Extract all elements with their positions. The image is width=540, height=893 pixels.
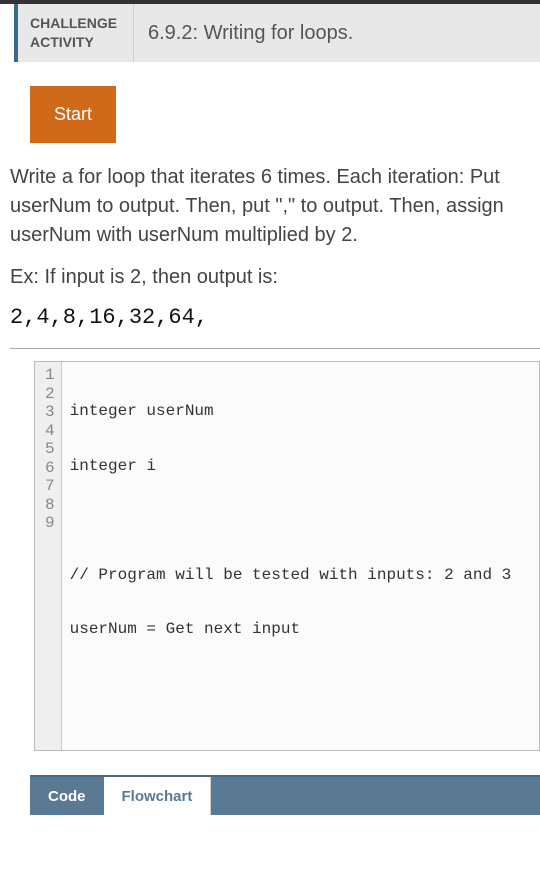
line-number: 1 xyxy=(45,366,55,385)
code-line[interactable]: integer i xyxy=(70,457,531,476)
instructions-text: Write a for loop that iterates 6 times. … xyxy=(10,163,540,250)
challenge-activity-label: CHALLENGE ACTIVITY xyxy=(18,4,134,62)
line-number: 9 xyxy=(45,514,55,533)
code-line[interactable] xyxy=(70,511,531,530)
code-line[interactable] xyxy=(70,675,531,694)
code-line[interactable] xyxy=(70,729,531,748)
content-area: Start Write a for loop that iterates 6 t… xyxy=(0,62,540,751)
line-number: 8 xyxy=(45,496,55,515)
code-editor[interactable]: 1 2 3 4 5 6 7 8 9 integer userNum intege… xyxy=(34,361,540,751)
tab-code[interactable]: Code xyxy=(30,777,104,815)
code-line[interactable]: userNum = Get next input xyxy=(70,620,531,639)
code-line[interactable]: integer userNum xyxy=(70,402,531,421)
line-number: 5 xyxy=(45,440,55,459)
code-line[interactable] xyxy=(70,838,531,857)
activity-header: CHALLENGE ACTIVITY 6.9.2: Writing for lo… xyxy=(14,4,540,62)
line-number: 6 xyxy=(45,459,55,478)
line-number: 7 xyxy=(45,477,55,496)
line-number: 3 xyxy=(45,403,55,422)
editor-tab-row: Code Flowchart xyxy=(30,775,540,815)
start-button[interactable]: Start xyxy=(30,86,116,143)
line-number: 2 xyxy=(45,385,55,404)
example-output: 2,4,8,16,32,64, xyxy=(10,305,540,349)
line-number-gutter: 1 2 3 4 5 6 7 8 9 xyxy=(35,362,62,750)
challenge-label-line2: ACTIVITY xyxy=(30,33,125,52)
line-number: 4 xyxy=(45,422,55,441)
activity-title: 6.9.2: Writing for loops. xyxy=(134,4,540,62)
code-content[interactable]: integer userNum integer i // Program wil… xyxy=(62,362,539,750)
example-label: Ex: If input is 2, then output is: xyxy=(10,266,540,289)
tab-flowchart[interactable]: Flowchart xyxy=(104,777,212,815)
challenge-label-line1: CHALLENGE xyxy=(30,14,125,33)
code-line[interactable]: // Program will be tested with inputs: 2… xyxy=(70,566,531,585)
